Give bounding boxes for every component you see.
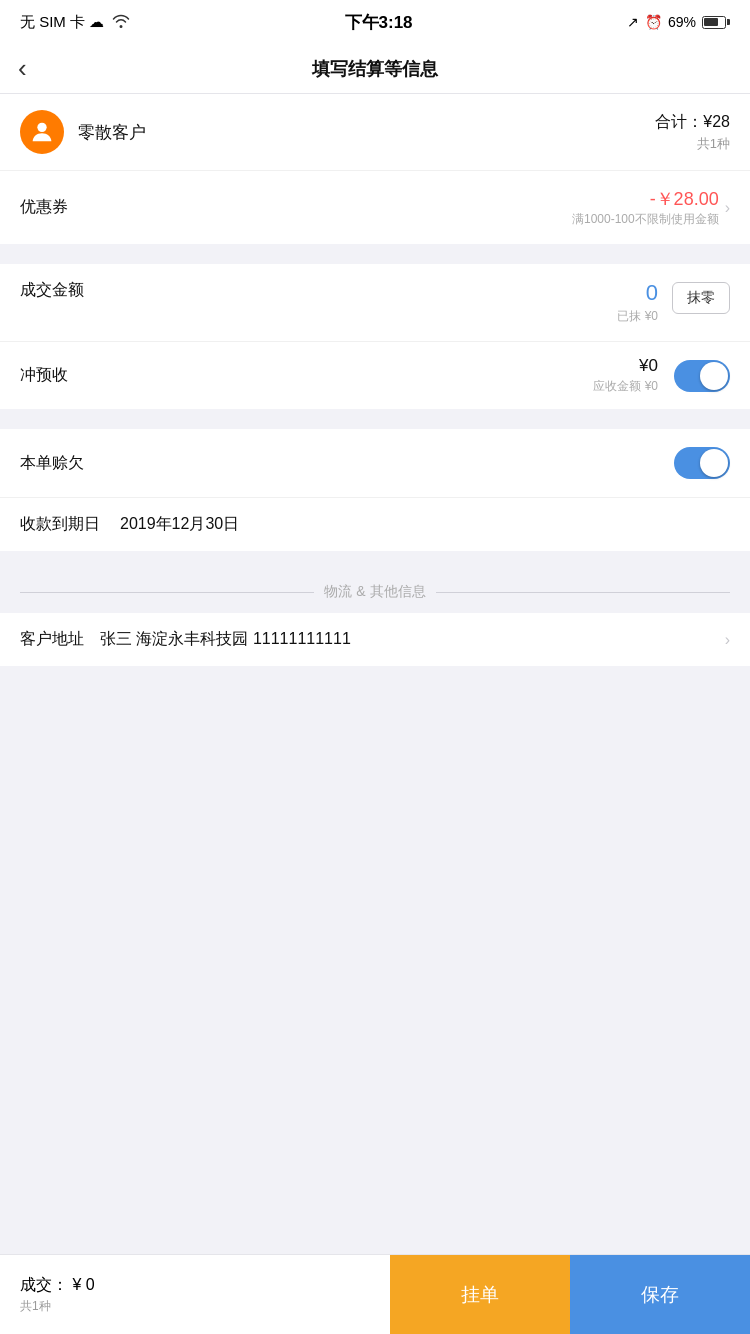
status-right: ↗ ⏰ 69% [627,14,730,30]
customer-section: 零散客户 合计：¥28 共1种 优惠券 -￥28.00 满1000-100不限制… [0,94,750,244]
coupon-label: 优惠券 [20,197,68,218]
coupon-right-col: -￥28.00 满1000-100不限制使用金额 [572,187,719,228]
spacer [0,676,750,876]
address-left: 客户地址 张三 海淀永丰科技园 11111111111 [20,629,351,650]
prereceive-row: 冲预收 ¥0 应收金额 ¥0 [0,341,750,409]
amount-value-col: 0 已抹 ¥0 [617,280,658,325]
back-button[interactable]: ‹ [18,53,27,84]
bottom-deal-label: 成交： [20,1276,68,1293]
nav-bar: ‹ 填写结算等信息 [0,44,750,94]
debt-section: 本单赊欠 收款到期日 2019年12月30日 [0,429,750,551]
prereceive-toggle[interactable] [674,360,730,392]
duedate-row: 收款到期日 2019年12月30日 [0,497,750,551]
divider-1 [0,254,750,264]
bottom-count: 共1种 [20,1298,370,1315]
debt-toggle[interactable] [674,447,730,479]
amount-sub: 已抹 ¥0 [617,308,658,325]
bottom-deal-row: 成交： ¥ 0 [20,1275,370,1296]
divider-3 [0,561,750,571]
customer-row: 零散客户 合计：¥28 共1种 [0,94,750,170]
coupon-desc: 满1000-100不限制使用金额 [572,211,719,228]
debt-label: 本单赊欠 [20,453,84,474]
amount-label: 成交金额 [20,280,84,301]
amount-section: 成交金额 0 已抹 ¥0 抹零 冲预收 ¥0 应收金额 ¥0 [0,264,750,409]
prereceive-label: 冲预收 [20,365,68,386]
bottom-deal-value: ¥ 0 [72,1276,94,1293]
duedate-label: 收款到期日 [20,514,100,535]
divider-2 [0,419,750,429]
toggle-thumb [700,362,728,390]
customer-count: 共1种 [655,135,730,153]
bottom-bar: 成交： ¥ 0 共1种 挂单 保存 [0,1254,750,1334]
address-section: 客户地址 张三 海淀永丰科技园 11111111111 › [0,613,750,666]
duedate-value: 2019年12月30日 [120,514,239,535]
svg-point-0 [37,123,46,132]
amount-right: 0 已抹 ¥0 抹零 [617,280,730,325]
status-time: 下午3:18 [345,11,413,34]
logistics-banner: 物流 & 其他信息 [0,571,750,613]
customer-name: 零散客户 [78,121,146,144]
battery-percent: 69% [668,14,696,30]
amount-value: 0 [617,280,658,306]
pend-button[interactable]: 挂单 [390,1255,570,1335]
debt-toggle-thumb [700,449,728,477]
status-bar: 无 SIM 卡 ☁ 下午3:18 ↗ ⏰ 69% [0,0,750,44]
address-chevron-icon: › [725,631,730,649]
address-label: 客户地址 [20,629,84,650]
amount-row: 成交金额 0 已抹 ¥0 抹零 [0,264,750,341]
address-value: 张三 海淀永丰科技园 11111111111 [100,629,351,650]
wifi-icon [112,14,130,31]
customer-right: 合计：¥28 共1种 [655,112,730,153]
coupon-right: -￥28.00 满1000-100不限制使用金额 › [572,187,730,228]
nav-title: 填写结算等信息 [312,57,438,81]
chevron-right-icon: › [725,199,730,217]
customer-left: 零散客户 [20,110,146,154]
customer-avatar [20,110,64,154]
prereceive-value: ¥0 [593,356,658,376]
address-row[interactable]: 客户地址 张三 海淀永丰科技园 11111111111 › [0,613,750,666]
person-icon [28,118,56,146]
prereceive-val-col: ¥0 应收金额 ¥0 [593,356,658,395]
save-button[interactable]: 保存 [570,1255,750,1335]
customer-total: 合计：¥28 [655,112,730,133]
coupon-amount: -￥28.00 [572,187,719,211]
coupon-row[interactable]: 优惠券 -￥28.00 满1000-100不限制使用金额 › [0,170,750,244]
logistics-line-left [20,592,314,593]
alarm-icon: ⏰ [645,14,662,30]
prereceive-right: ¥0 应收金额 ¥0 [593,356,730,395]
prereceive-sub: 应收金额 ¥0 [593,378,658,395]
bottom-info: 成交： ¥ 0 共1种 [0,1275,390,1315]
logistics-text: 物流 & 其他信息 [324,583,425,601]
logistics-line-right [436,592,730,593]
debt-row: 本单赊欠 [0,429,750,497]
round-zero-button[interactable]: 抹零 [672,282,730,314]
sim-label: 无 SIM 卡 ☁ [20,13,104,32]
battery-icon [702,16,730,29]
status-left: 无 SIM 卡 ☁ [20,13,130,32]
location-icon: ↗ [627,14,639,30]
